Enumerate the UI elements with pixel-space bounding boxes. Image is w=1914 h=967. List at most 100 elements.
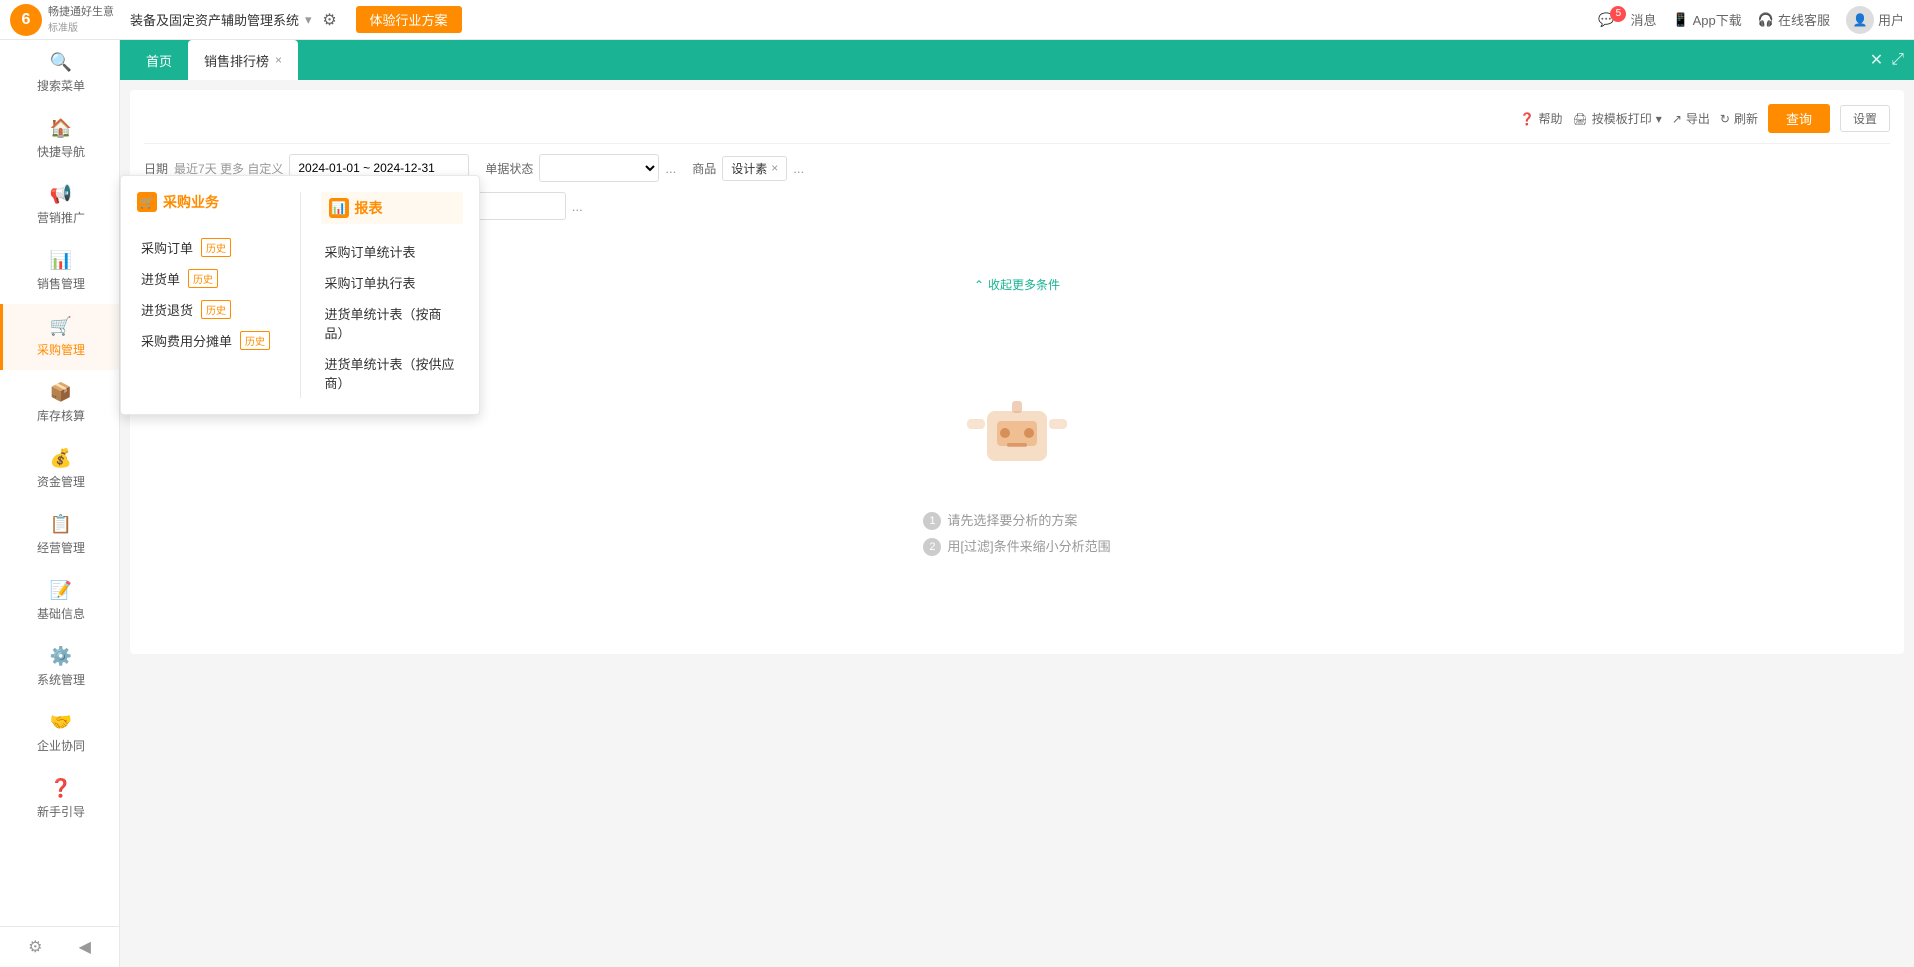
goods-tag: 设计素 × [722, 156, 787, 181]
goods-dots[interactable]: ... [793, 161, 804, 176]
print-dropdown-icon: ▾ [1656, 112, 1662, 126]
purchase-business-col: 🛒 采购业务 采购订单 历史 进货单 历史 进货退货 历史 采购费用分摊单 历史 [137, 192, 280, 398]
sidebar-label-system: 系统管理 [37, 671, 85, 688]
inbound-supplier-stat-label: 进货单统计表（按供应商） [325, 354, 460, 392]
setting-button[interactable]: 设置 [1840, 105, 1890, 132]
empty-tip-1: 1 请先选择要分析的方案 [923, 508, 1110, 534]
menu-item-po-stat[interactable]: 采购订单统计表 [321, 236, 464, 267]
export-icon: ↗ [1672, 112, 1682, 126]
logo-icon: 6 [10, 4, 42, 36]
system-title: 装备及固定资产辅助管理系统 [130, 10, 299, 29]
finance-icon: 💰 [50, 448, 72, 469]
tab-close-action[interactable]: ✕ [1870, 50, 1883, 70]
notification-badge: 5 [1610, 6, 1626, 22]
export-action[interactable]: ↗ 导出 [1672, 110, 1710, 127]
newbie-icon: ❓ [50, 778, 72, 799]
sidebar-item-marketing[interactable]: 📢 营销推广 [0, 172, 119, 238]
inventory-icon: 📦 [50, 382, 72, 403]
tab-sales-rank-label: 销售排行榜 [204, 51, 269, 70]
dropdown-arrow-icon[interactable]: ▾ [305, 12, 312, 28]
history-badge-2[interactable]: 历史 [188, 269, 218, 288]
sidebar-label-purchase: 采购管理 [37, 341, 85, 358]
tab-maximize-action[interactable]: ⤢ [1891, 51, 1904, 69]
sidebar-label-marketing: 营销推广 [37, 209, 85, 226]
sidebar-item-newbie[interactable]: ❓ 新手引导 [0, 766, 119, 832]
empty-tip-2-text: 用[过滤]条件来缩小分析范围 [947, 534, 1110, 560]
sidebar-item-nav[interactable]: 🏠 快捷导航 [0, 106, 119, 172]
sidebar-item-search[interactable]: 🔍 搜索菜单 [0, 40, 119, 106]
doc-status-label: 单据状态 [485, 160, 533, 177]
sidebar-item-system[interactable]: ⚙️ 系统管理 [0, 634, 119, 700]
goods-tag-text: 设计素 [731, 160, 767, 177]
operations-icon: 📋 [50, 514, 72, 535]
tab-close-icon[interactable]: × [275, 53, 282, 67]
goods-tag-close-icon[interactable]: × [771, 161, 778, 175]
purchase-col-icon: 🛒 [137, 192, 157, 212]
sidebar-bottom: ⚙ ◀ [0, 926, 119, 967]
sidebar-label-sales: 销售管理 [37, 275, 85, 292]
help-icon: ❓ [1520, 112, 1535, 126]
sidebar-item-operations[interactable]: 📋 经营管理 [0, 502, 119, 568]
purchase-col-header: 🛒 采购业务 [137, 192, 280, 220]
sidebar-label-finance: 资金管理 [37, 473, 85, 490]
collapse-icon: ⌃ [974, 278, 984, 292]
print-label: 按模板打印 [1592, 110, 1652, 127]
menu-item-inbound[interactable]: 进货单 历史 [137, 263, 280, 294]
gear-icon[interactable]: ⚙ [318, 8, 342, 32]
menu-item-inbound-goods-stat[interactable]: 进货单统计表（按商品） [321, 298, 464, 348]
query-button[interactable]: 查询 [1768, 104, 1830, 133]
sidebar-item-purchase[interactable]: 🛒 采购管理 [0, 304, 119, 370]
app-download-item[interactable]: 📱 App下载 [1672, 10, 1741, 29]
sidebar-label-newbie: 新手引导 [37, 803, 85, 820]
history-badge-4[interactable]: 历史 [240, 331, 270, 350]
sidebar-label-inventory: 库存核算 [37, 407, 85, 424]
system-icon: ⚙️ [50, 646, 72, 667]
sidebar-item-enterprise[interactable]: 🤝 企业协同 [0, 700, 119, 766]
phone-icon: 📱 [1672, 12, 1688, 28]
history-badge-1[interactable]: 历史 [201, 238, 231, 257]
tab-home-label: 首页 [146, 51, 172, 70]
menu-item-po-exec[interactable]: 采购订单执行表 [321, 267, 464, 298]
tab-sales-rank[interactable]: 销售排行榜 × [188, 40, 298, 80]
sidebar-label-enterprise: 企业协同 [37, 737, 85, 754]
marketing-icon: 📢 [50, 184, 72, 205]
salesperson-dots[interactable]: ... [572, 199, 583, 214]
refresh-action[interactable]: ↻ 刷新 [1720, 110, 1758, 127]
trial-button[interactable]: 体验行业方案 [356, 6, 462, 33]
tip-num-1: 1 [923, 512, 941, 530]
sidebar-label-nav: 快捷导航 [37, 143, 85, 160]
empty-tips: 1 请先选择要分析的方案 2 用[过滤]条件来缩小分析范围 [923, 508, 1110, 560]
online-service-item[interactable]: 🎧 在线客服 [1758, 10, 1830, 29]
sidebar-item-finance[interactable]: 💰 资金管理 [0, 436, 119, 502]
help-label: 帮助 [1539, 110, 1563, 127]
menu-item-inbound-supplier-stat[interactable]: 进货单统计表（按供应商） [321, 348, 464, 398]
goods-filter-group: 商品 设计素 × ... [692, 156, 804, 181]
settings-bottom-icon[interactable]: ⚙ [28, 937, 42, 957]
sidebar-item-inventory[interactable]: 📦 库存核算 [0, 370, 119, 436]
online-service-label: 在线客服 [1778, 10, 1830, 29]
doc-status-dots[interactable]: ... [665, 161, 676, 176]
menu-item-return[interactable]: 进货退货 历史 [137, 294, 280, 325]
sidebar-item-basic[interactable]: 📝 基础信息 [0, 568, 119, 634]
collapse-text: 收起更多条件 [988, 276, 1060, 293]
tab-home[interactable]: 首页 [130, 40, 188, 80]
notification-item[interactable]: 💬 5 消息 [1598, 10, 1656, 29]
divider-vertical [300, 192, 301, 398]
purchase-icon: 🛒 [50, 316, 72, 337]
sidebar-label-operations: 经营管理 [37, 539, 85, 556]
menu-item-cost-alloc[interactable]: 采购费用分摊单 历史 [137, 325, 280, 356]
refresh-label: 刷新 [1734, 110, 1758, 127]
filter-toolbar: ❓ 帮助 🖨 按模板打印 ▾ ↗ 导出 ↻ 刷新 [144, 104, 1890, 144]
user-item[interactable]: 👤 用户 [1846, 6, 1904, 34]
goods-label: 商品 [692, 160, 716, 177]
top-header: 6 畅捷通好生意 标准版 装备及固定资产辅助管理系统 ▾ ⚙ 体验行业方案 💬 … [0, 0, 1914, 40]
help-action[interactable]: ❓ 帮助 [1520, 110, 1563, 127]
sidebar-item-sales[interactable]: 📊 销售管理 [0, 238, 119, 304]
print-action[interactable]: 🖨 按模板打印 ▾ [1573, 110, 1662, 127]
collapse-sidebar-icon[interactable]: ◀ [79, 937, 91, 957]
history-badge-3[interactable]: 历史 [201, 300, 231, 319]
doc-status-select[interactable] [539, 154, 659, 182]
menu-item-purchase-order[interactable]: 采购订单 历史 [137, 232, 280, 263]
logo-text: 畅捷通好生意 [48, 5, 114, 19]
empty-tip-2: 2 用[过滤]条件来缩小分析范围 [923, 534, 1110, 560]
